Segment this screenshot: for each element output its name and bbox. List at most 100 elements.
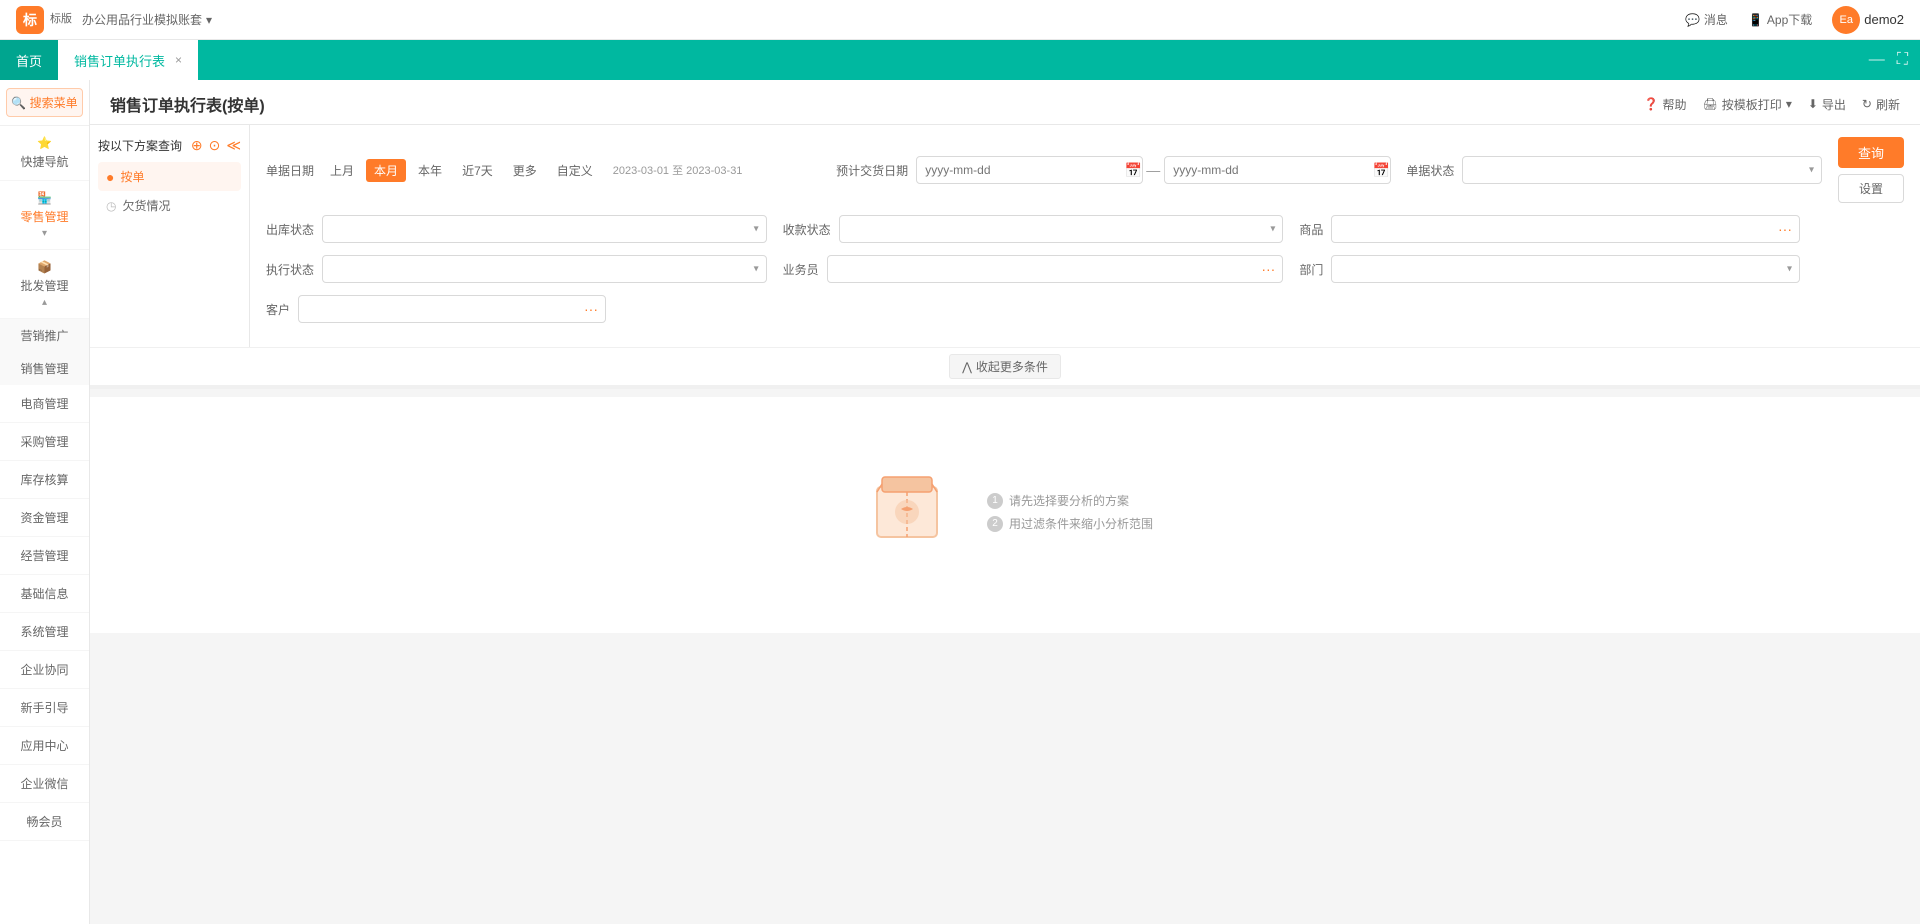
quick-nav-label: 快捷导航 xyxy=(20,153,68,170)
plan-selector-header: 按以下方案查询 ⊕ ⊙ ≪ xyxy=(98,137,241,154)
more-btn[interactable]: 更多 xyxy=(505,159,545,182)
tab-close-icon[interactable]: × xyxy=(175,53,182,67)
salesperson-input-wrapper: ··· xyxy=(827,255,1284,283)
goods-dots-icon[interactable]: ··· xyxy=(1778,221,1792,237)
refresh-icon: ↻ xyxy=(1862,97,1872,111)
wholesale-label: 批发管理 xyxy=(20,277,68,294)
refresh-button[interactable]: ↻ 刷新 xyxy=(1862,96,1900,113)
template-print-button[interactable]: 🖨 按模板打印 ▾ xyxy=(1703,96,1792,113)
message-icon: 💬 xyxy=(1685,13,1700,27)
sidebar-item-basic[interactable]: 基础信息 xyxy=(0,575,89,613)
page-header: 销售订单执行表(按单) ❓ 帮助 🖨 按模板打印 ▾ ⬇ 导出 ↻ 刷新 xyxy=(90,80,1920,125)
last-7-days-btn[interactable]: 近7天 xyxy=(454,159,501,182)
finance-label: 资金管理 xyxy=(20,509,68,526)
user-name: demo2 xyxy=(1864,12,1904,27)
sidebar-item-retail[interactable]: 🏪 零售管理 ▾ xyxy=(0,181,89,250)
date-field: 单据日期 上月 本月 本年 近7天 更多 自定义 2023-03-01 至 20… xyxy=(266,159,820,182)
sidebar-item-sales[interactable]: 销售管理 xyxy=(0,352,89,385)
filter-row-3: 执行状态 ▾ 业务员 ·· xyxy=(266,255,1904,283)
collapse-plan-icon[interactable]: ≪ xyxy=(226,137,241,154)
warehouse-status-field: 出库状态 ▾ xyxy=(266,215,767,243)
sidebar-item-newbie[interactable]: 新手引导 xyxy=(0,689,89,727)
sidebar-item-operations[interactable]: 经营管理 xyxy=(0,537,89,575)
date-to-input[interactable] xyxy=(1164,156,1391,184)
add-plan-icon[interactable]: ⊕ xyxy=(191,137,203,154)
sidebar-item-ecommerce[interactable]: 电商管理 xyxy=(0,385,89,423)
sidebar-item-enterprise[interactable]: 企业协同 xyxy=(0,651,89,689)
search-icon: 🔍 xyxy=(11,96,26,110)
goods-input[interactable] xyxy=(1331,215,1800,243)
salesperson-dots-icon[interactable]: ··· xyxy=(1261,261,1275,277)
sidebar-item-wechat[interactable]: 企业微信 xyxy=(0,765,89,803)
sidebar-item-wholesale[interactable]: 📦 批发管理 ▴ xyxy=(0,250,89,319)
sidebar-item-inventory[interactable]: 库存核算 xyxy=(0,461,89,499)
tip-num-1: 1 xyxy=(987,493,1003,509)
collapse-button[interactable]: ⋀ 收起更多条件 xyxy=(949,354,1061,379)
refresh-label: 刷新 xyxy=(1876,96,1900,113)
empty-icon xyxy=(857,457,957,557)
sidebar-item-app-center[interactable]: 应用中心 xyxy=(0,727,89,765)
sidebar-item-system[interactable]: 系统管理 xyxy=(0,613,89,651)
sidebar-item-quick-nav[interactable]: ⭐ 快捷导航 xyxy=(0,126,89,181)
department-select[interactable] xyxy=(1331,255,1800,283)
header-right: 💬 消息 📱 App下载 Ea demo2 xyxy=(1685,6,1904,34)
action-buttons: 查询 设置 xyxy=(1838,137,1904,203)
date-from-input[interactable] xyxy=(916,156,1143,184)
message-action[interactable]: 💬 消息 xyxy=(1685,11,1728,28)
last-month-btn[interactable]: 上月 xyxy=(322,159,362,182)
tip-text-1: 请先选择要分析的方案 xyxy=(1009,492,1129,509)
wechat-label: 企业微信 xyxy=(20,775,68,792)
plan-item-order-label: 按单 xyxy=(120,168,144,185)
sidebar-item-member[interactable]: 畅会员 xyxy=(0,803,89,841)
app-center-label: 应用中心 xyxy=(20,737,68,754)
payment-label: 收款状态 xyxy=(783,221,831,238)
status-field: 单据状态 ▾ xyxy=(1406,156,1822,184)
custom-btn[interactable]: 自定义 xyxy=(549,159,601,182)
chevron-down-icon: ▾ xyxy=(206,13,212,27)
sidebar-item-purchase[interactable]: 采购管理 xyxy=(0,423,89,461)
logo-letter: 标 xyxy=(23,10,37,30)
minimize-button[interactable]: — xyxy=(1869,51,1885,69)
search-button[interactable]: 查询 xyxy=(1838,137,1904,168)
sidebar-search-area: 🔍 搜索菜单 xyxy=(0,80,89,126)
ecommerce-label: 电商管理 xyxy=(20,395,68,412)
tab-home[interactable]: 首页 xyxy=(0,40,58,80)
settings-button[interactable]: 设置 xyxy=(1838,174,1904,203)
logo-text: 标版 xyxy=(50,13,72,26)
payment-select[interactable] xyxy=(839,215,1284,243)
operations-label: 经营管理 xyxy=(20,547,68,564)
execution-select[interactable] xyxy=(322,255,767,283)
department-field: 部门 ▾ xyxy=(1299,255,1800,283)
status-select[interactable] xyxy=(1462,156,1822,184)
nav-right-actions: — ⛶ xyxy=(1869,51,1920,69)
empty-tips: 1 请先选择要分析的方案 2 用过滤条件来缩小分析范围 xyxy=(987,492,1153,538)
app-download-label: App下载 xyxy=(1767,11,1812,28)
settings-plan-icon[interactable]: ⊙ xyxy=(209,137,221,154)
search-menu-button[interactable]: 🔍 搜索菜单 xyxy=(6,88,83,117)
date-separator: — xyxy=(1146,162,1160,178)
member-label: 畅会员 xyxy=(26,813,62,830)
warehouse-select[interactable] xyxy=(322,215,767,243)
salesperson-input[interactable] xyxy=(827,255,1284,283)
logo-area: 标 标版 xyxy=(16,6,72,34)
tab-sales-order[interactable]: 销售订单执行表 × xyxy=(58,40,198,80)
customer-dots-icon[interactable]: ··· xyxy=(584,301,598,317)
page-selector[interactable]: 办公用品行业模拟账套 ▾ xyxy=(82,11,212,28)
customer-input[interactable] xyxy=(298,295,606,323)
plan-clock-icon: ◷ xyxy=(106,199,116,213)
this-month-btn[interactable]: 本月 xyxy=(366,159,406,182)
expected-date-label: 预计交货日期 xyxy=(836,162,908,179)
sidebar-item-marketing[interactable]: 营销推广 xyxy=(0,319,89,352)
avatar-text: Ea xyxy=(1840,14,1853,26)
user-area[interactable]: Ea demo2 xyxy=(1832,6,1904,34)
app-download-action[interactable]: 📱 App下载 xyxy=(1748,11,1812,28)
maximize-button[interactable]: ⛶ xyxy=(1897,51,1908,69)
this-year-btn[interactable]: 本年 xyxy=(410,159,450,182)
help-button[interactable]: ❓ 帮助 xyxy=(1644,96,1687,113)
empty-content: 1 请先选择要分析的方案 2 用过滤条件来缩小分析范围 xyxy=(857,457,1153,573)
main-layout: 🔍 搜索菜单 ⭐ 快捷导航 🏪 零售管理 ▾ 📦 批发管理 ▴ 营销推广 销售管… xyxy=(0,80,1920,924)
sidebar-item-finance[interactable]: 资金管理 xyxy=(0,499,89,537)
plan-item-shortage[interactable]: ◷ 欠货情况 xyxy=(98,191,241,220)
export-button[interactable]: ⬇ 导出 xyxy=(1808,96,1846,113)
plan-item-order[interactable]: ● 按单 xyxy=(98,162,241,191)
